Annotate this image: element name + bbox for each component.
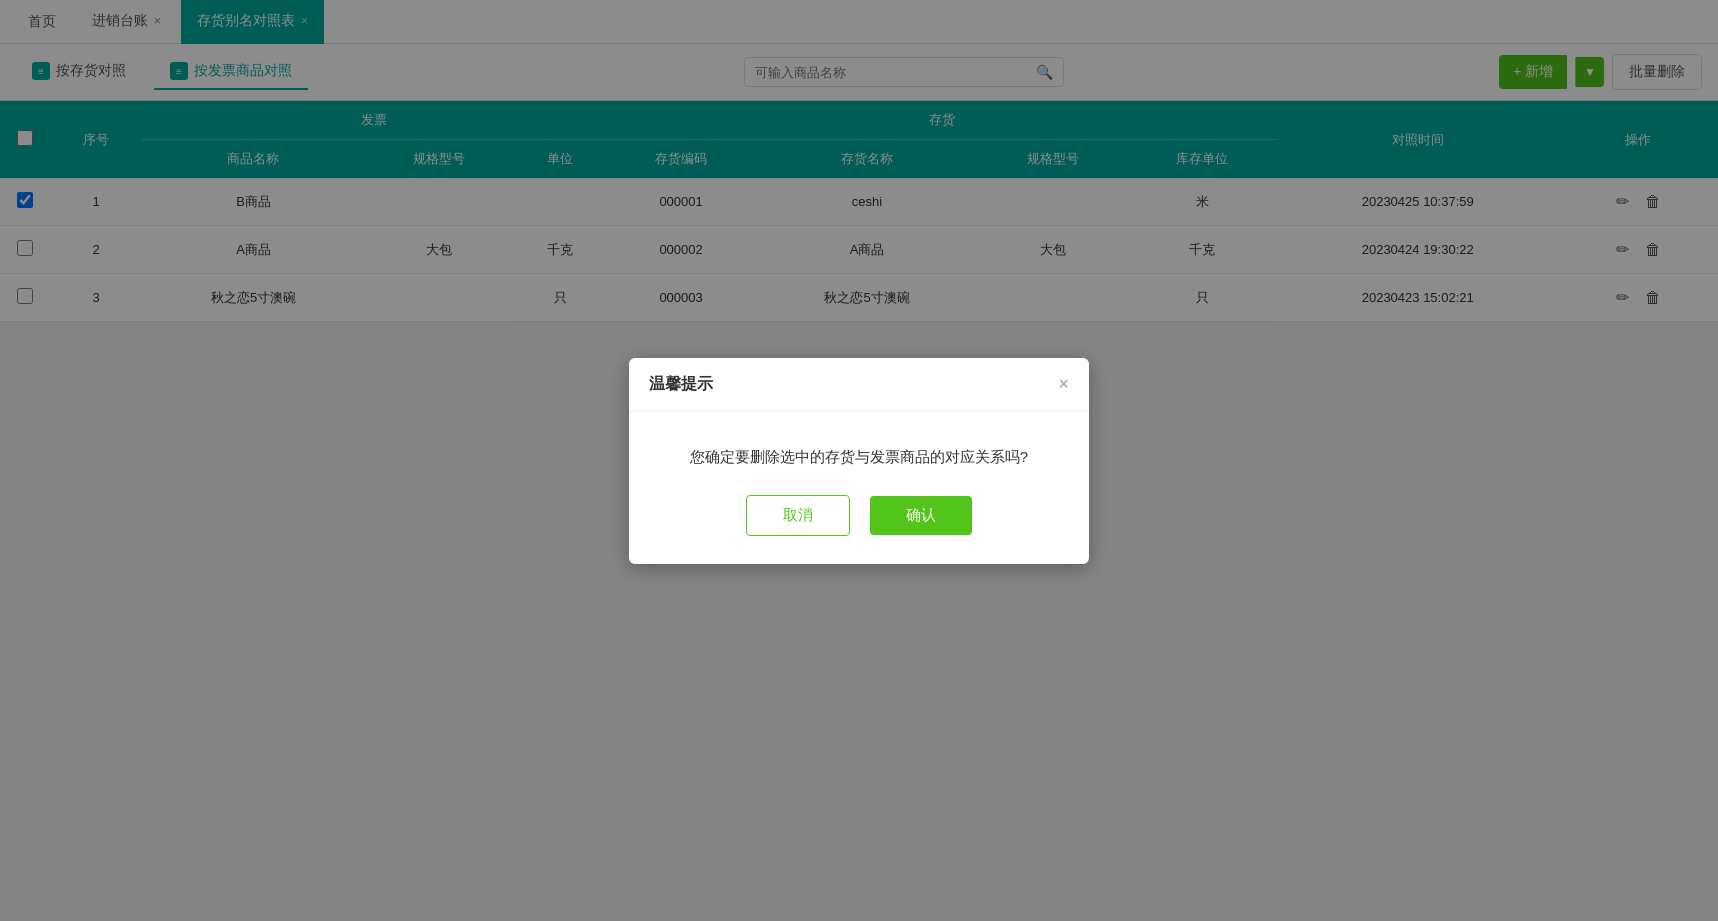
modal-overlay: 温馨提示 × 您确定要删除选中的存货与发票商品的对应关系吗? 取消 确认 [0,0,1718,322]
